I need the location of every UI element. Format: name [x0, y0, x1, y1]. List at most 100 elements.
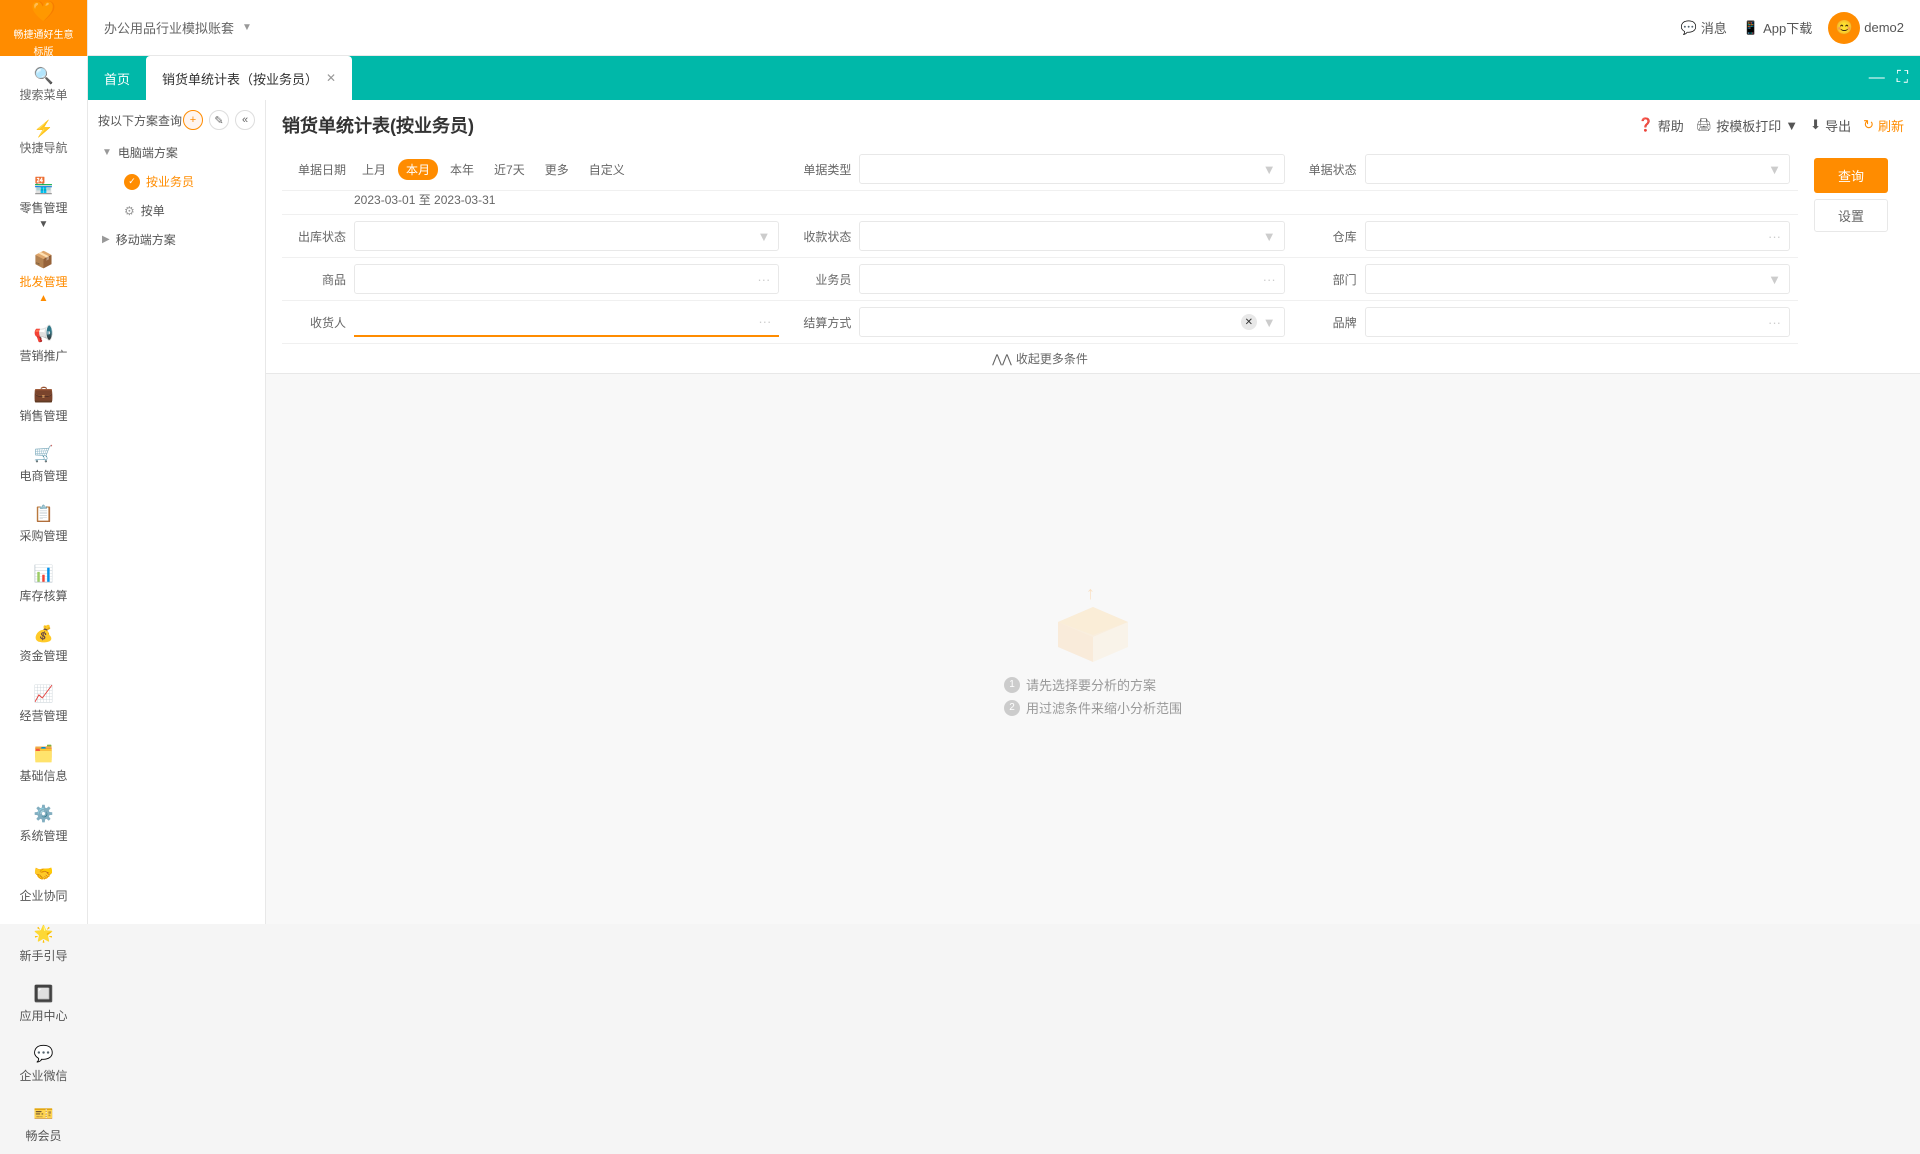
- message-button[interactable]: 💬 消息: [1681, 18, 1727, 37]
- collection-select[interactable]: ▼: [859, 221, 1284, 251]
- tab-minimize-button[interactable]: —: [1865, 65, 1889, 91]
- empty-tips-container: 1 请先选择要分析的方案 2 用过滤条件来缩小分析范围: [1004, 675, 1182, 721]
- collapse-panel-button[interactable]: «: [235, 110, 255, 130]
- sidebar-item-guide[interactable]: 🌟 新手引导: [0, 914, 87, 974]
- sidebar-item-retail[interactable]: 🏪 零售管理 ▼: [0, 166, 87, 240]
- export-button[interactable]: ⬇ 导出: [1810, 116, 1851, 135]
- empty-state: ↑ 1 请先选择要分析的方案 2 用过滤条件来缩小分析范围: [266, 374, 1920, 924]
- sidebar-shortcut[interactable]: ⚡ 快捷导航: [19, 113, 67, 162]
- tree-desktop-scheme[interactable]: ▼ 电脑端方案: [88, 138, 265, 167]
- sidebar-item-finance[interactable]: 💰 资金管理: [0, 614, 87, 674]
- date-custom[interactable]: 自定义: [581, 159, 633, 180]
- date-this-year[interactable]: 本年: [442, 159, 482, 180]
- date-more[interactable]: 更多: [537, 159, 577, 180]
- settlement-select[interactable]: ✕ ▼: [859, 307, 1284, 337]
- filter-fields: 单据日期 上月 本月 本年 近7天 更多 自定义: [282, 148, 1798, 373]
- wechat-icon: 💬: [34, 1044, 54, 1064]
- marketing-icon: 📢: [34, 324, 54, 344]
- sidebar-item-apps[interactable]: 🔲 应用中心: [0, 974, 87, 1034]
- brand-dots-icon: ···: [1768, 315, 1781, 330]
- query-button[interactable]: 查询: [1814, 158, 1888, 193]
- sales-tab-label: 销货单统计表（按业务员）: [162, 69, 318, 88]
- goods-label: 商品: [290, 271, 346, 288]
- print-button[interactable]: 🖨 按模板打印 ▼: [1696, 116, 1798, 135]
- collection-col: 收款状态 ▼: [787, 221, 1292, 251]
- consignee-input[interactable]: ···: [354, 307, 779, 337]
- user-profile[interactable]: 😊 demo2: [1828, 12, 1904, 44]
- doc-type-select[interactable]: ▼: [859, 154, 1284, 184]
- doc-status-select[interactable]: ▼: [1365, 154, 1790, 184]
- sidebar-item-system[interactable]: ⚙️ 系统管理: [0, 794, 87, 854]
- sidebar-item-operations[interactable]: 📈 经营管理: [0, 674, 87, 734]
- goods-input[interactable]: ···: [354, 264, 779, 294]
- tree-by-order[interactable]: ⚙ 按单: [88, 196, 265, 225]
- sidebar-item-member[interactable]: 🎫 畅会员: [0, 1094, 87, 1154]
- date-last-month[interactable]: 上月: [354, 159, 394, 180]
- tab-bar: 首页 销货单统计表（按业务员） ✕ — ⛶: [88, 56, 1920, 100]
- sidebar-item-ecommerce[interactable]: 🛒 电商管理: [0, 434, 87, 494]
- desktop-scheme-label: 电脑端方案: [118, 144, 178, 161]
- warehouse-input[interactable]: ···: [1365, 221, 1790, 251]
- filter-row-1: 单据日期 上月 本月 本年 近7天 更多 自定义: [282, 148, 1798, 191]
- breadcrumb-arrow[interactable]: ▼: [242, 22, 252, 33]
- outbound-select[interactable]: ▼: [354, 221, 779, 251]
- sidebar-item-basic[interactable]: 🗂️ 基础信息: [0, 734, 87, 794]
- salesperson-input[interactable]: ···: [859, 264, 1284, 294]
- warehouse-dots-icon: ···: [1768, 229, 1781, 244]
- filter-row-4: 收货人 ··· 结算方式 ✕: [282, 301, 1798, 343]
- sidebar-item-marketing[interactable]: 📢 营销推广: [0, 314, 87, 374]
- by-order-label: 按单: [141, 202, 165, 219]
- mobile-scheme-label: 移动端方案: [116, 231, 176, 248]
- tab-sales-stat[interactable]: 销货单统计表（按业务员） ✕: [146, 56, 352, 100]
- help-button[interactable]: ❓ 帮助: [1638, 116, 1684, 135]
- ecommerce-icon: 🛒: [34, 444, 54, 464]
- sidebar-item-sales[interactable]: 💼 销售管理: [0, 374, 87, 434]
- sidebar-item-wholesale[interactable]: 📦 批发管理 ▲: [0, 240, 87, 314]
- app-download-button[interactable]: 📱 App下载: [1743, 18, 1812, 37]
- salesperson-dots-icon: ···: [1263, 272, 1276, 287]
- refresh-button[interactable]: ↻ 刷新: [1863, 116, 1904, 135]
- sidebar-item-wechat[interactable]: 💬 企业微信: [0, 1034, 87, 1094]
- date-last-7[interactable]: 近7天: [486, 159, 533, 180]
- tab-maximize-button[interactable]: ⛶: [1893, 65, 1912, 91]
- add-scheme-button[interactable]: +: [183, 110, 203, 130]
- sidebar-item-stock[interactable]: 📊 库存核算: [0, 554, 87, 614]
- sidebar-search[interactable]: 🔍 搜索菜单: [19, 56, 67, 113]
- avatar: 😊: [1828, 12, 1860, 44]
- sidebar-item-enterprise[interactable]: 🤝 企业协同: [0, 854, 87, 914]
- expand-arrow-icon: ▼: [102, 147, 112, 158]
- wholesale-icon: 📦: [34, 250, 54, 270]
- date-range-text: 2023-03-01 至 2023-03-31: [354, 193, 495, 207]
- help-icon: ❓: [1638, 117, 1654, 133]
- doc-type-label: 单据类型: [795, 161, 851, 178]
- print-icon: 🖨: [1696, 117, 1713, 133]
- collapse-button[interactable]: ⋀⋀ 收起更多条件: [992, 350, 1088, 367]
- consignee-col: 收货人 ···: [282, 307, 787, 337]
- edit-scheme-button[interactable]: ✎: [209, 110, 229, 130]
- department-select[interactable]: ▼: [1365, 264, 1790, 294]
- content-area: 按以下方案查询 + ✎ « ▼ 电脑端方案 ✓ 按业务员 ⚙ 按单 ▶: [88, 100, 1920, 924]
- enterprise-icon: 🤝: [34, 864, 54, 884]
- date-buttons: 上月 本月 本年 近7天 更多 自定义: [354, 159, 633, 180]
- sidebar: 🧡 畅捷通好生意 标版 🔍 搜索菜单 ⚡ 快捷导航 🏪 零售管理 ▼ 📦 批发管…: [0, 0, 88, 924]
- page-title-row: 销货单统计表(按业务员) ❓ 帮助 🖨 按模板打印 ▼ ⬇: [282, 112, 1904, 138]
- tip-num-1: 1: [1004, 677, 1020, 693]
- settings-button[interactable]: 设置: [1814, 199, 1888, 232]
- warehouse-label: 仓库: [1301, 228, 1357, 245]
- sidebar-item-purchase[interactable]: 📋 采购管理: [0, 494, 87, 554]
- brand-input[interactable]: ···: [1365, 307, 1790, 337]
- settlement-label: 结算方式: [795, 314, 851, 331]
- tab-home[interactable]: 首页: [88, 56, 146, 100]
- download-icon: 📱: [1743, 20, 1759, 36]
- tree-mobile-scheme[interactable]: ▶ 移动端方案: [88, 225, 265, 254]
- tab-close-button[interactable]: ✕: [326, 71, 336, 85]
- date-this-month[interactable]: 本月: [398, 159, 438, 180]
- message-icon: 💬: [1681, 20, 1697, 36]
- expand-arrow-mobile-icon: ▶: [102, 234, 110, 245]
- tree-by-salesperson[interactable]: ✓ 按业务员: [88, 167, 265, 196]
- settlement-clear-icon[interactable]: ✕: [1241, 314, 1257, 330]
- doc-status-label: 单据状态: [1301, 161, 1357, 178]
- goods-dots-icon: ···: [757, 272, 770, 287]
- empty-tip-2: 2 用过滤条件来缩小分析范围: [1004, 698, 1182, 717]
- doc-status-col: 单据状态 ▼: [1293, 154, 1798, 184]
